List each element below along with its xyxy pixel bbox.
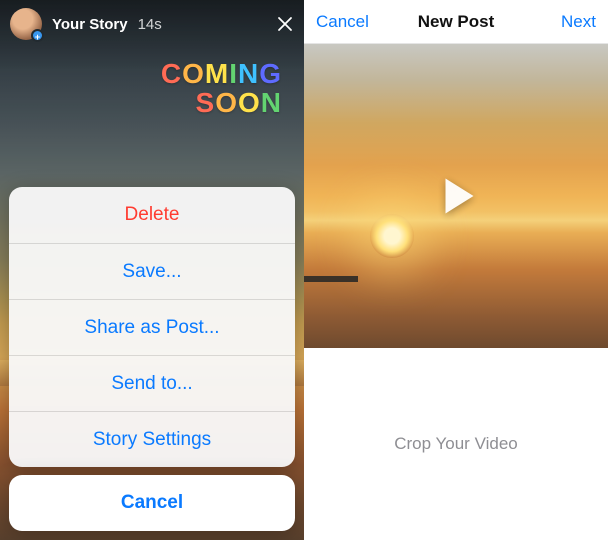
nav-bar: Cancel New Post Next (304, 0, 608, 44)
play-icon (428, 168, 484, 224)
nav-next-button[interactable]: Next (536, 12, 596, 32)
action-sheet: Delete Save... Share as Post... Send to.… (9, 187, 295, 531)
sheet-item-story-settings[interactable]: Story Settings (9, 411, 295, 467)
video-preview[interactable] (304, 44, 608, 348)
avatar[interactable]: + (10, 8, 42, 40)
close-button[interactable] (276, 15, 294, 33)
sheet-item-delete[interactable]: Delete (9, 187, 295, 243)
nav-title: New Post (418, 12, 495, 32)
story-title: Your Story (52, 16, 128, 33)
add-story-badge: + (31, 29, 44, 42)
crop-hint-area[interactable]: Crop Your Video (304, 348, 608, 540)
sun-highlight (370, 214, 414, 258)
pier-silhouette (304, 276, 358, 282)
nav-cancel-button[interactable]: Cancel (316, 12, 376, 32)
sheet-item-share-as-post[interactable]: Share as Post... (9, 299, 295, 355)
sticker-line2: SOON (161, 89, 282, 118)
story-header: + Your Story 14s (10, 8, 294, 40)
play-button[interactable] (428, 168, 484, 224)
coming-soon-sticker: COMING SOON (161, 60, 282, 117)
story-timestamp: 14s (138, 16, 162, 33)
sheet-item-send-to[interactable]: Send to... (9, 355, 295, 411)
sheet-item-save[interactable]: Save... (9, 243, 295, 299)
story-viewer: + Your Story 14s COMING SOON Delete Save… (0, 0, 304, 540)
close-icon (276, 15, 294, 33)
sticker-line1: COMING (161, 60, 282, 89)
sheet-cancel-button[interactable]: Cancel (9, 475, 295, 531)
action-sheet-group: Delete Save... Share as Post... Send to.… (9, 187, 295, 467)
new-post-screen: Cancel New Post Next Crop Your Video (304, 0, 608, 540)
crop-hint-text: Crop Your Video (394, 434, 518, 454)
